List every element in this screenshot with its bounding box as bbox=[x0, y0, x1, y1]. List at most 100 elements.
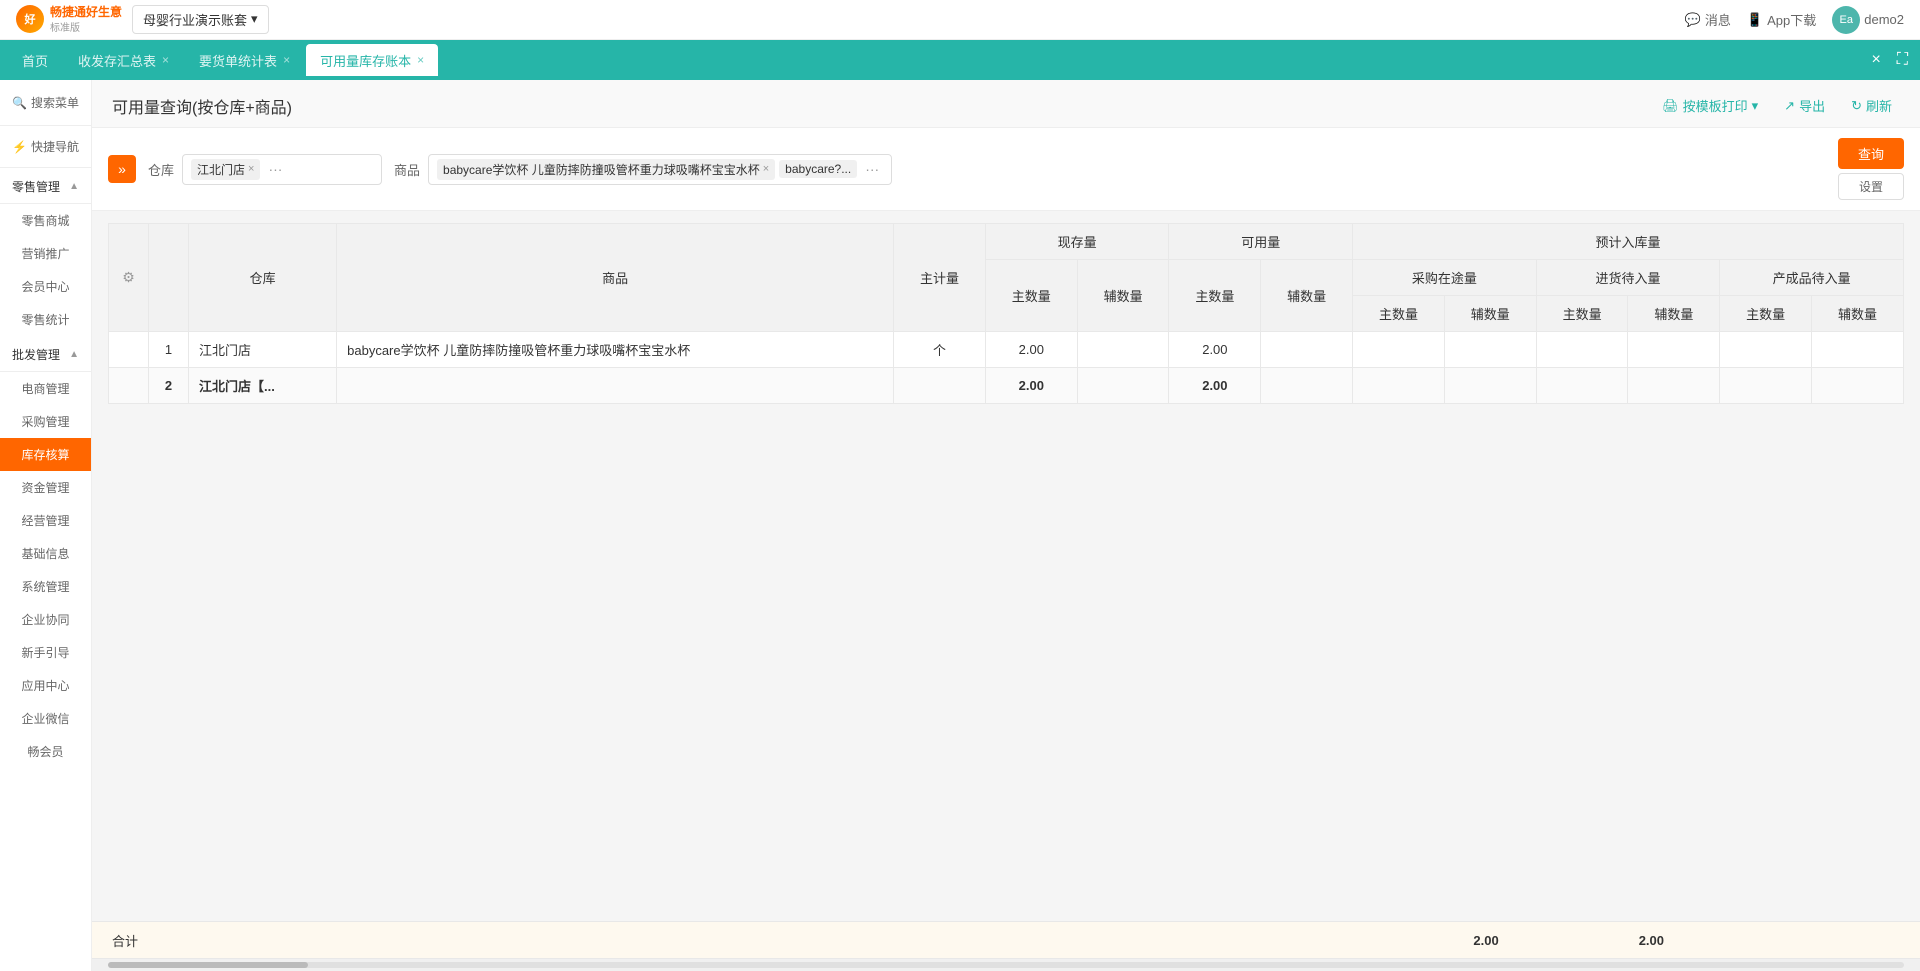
close-tab-3-icon[interactable]: × bbox=[417, 53, 424, 67]
row1-purchase-aux bbox=[1444, 332, 1536, 368]
logo-icon: 好 bbox=[16, 5, 44, 33]
row2-avail-aux bbox=[1261, 368, 1353, 404]
filter-area: » 仓库 江北门店 × ··· 商品 babycare学饮杯 儿童防摔防撞吸管杯… bbox=[92, 128, 1920, 211]
table-row: 2 江北门店【... 2.00 2.00 bbox=[109, 368, 1904, 404]
sidebar-item-members[interactable]: 会员中心 bbox=[0, 270, 91, 303]
close-tab-1-icon[interactable]: × bbox=[162, 53, 169, 67]
row1-index: 1 bbox=[149, 332, 189, 368]
remove-warehouse-tag-icon[interactable]: × bbox=[248, 163, 254, 175]
sidebar-group-retail: 零售管理 ▲ bbox=[0, 168, 91, 204]
industry-selector[interactable]: 母婴行业演示账套 ▾ bbox=[132, 5, 269, 34]
warehouse-input[interactable]: 江北门店 × ··· bbox=[182, 154, 382, 185]
bottom-scrollbar[interactable] bbox=[92, 959, 1920, 971]
settings-icon: ⚙ bbox=[122, 269, 135, 285]
tab-order-stats[interactable]: 要货单统计表 × bbox=[185, 44, 304, 76]
tab-inventory-summary[interactable]: 收发存汇总表 × bbox=[64, 44, 183, 76]
sidebar-item-member-service[interactable]: 畅会员 bbox=[0, 735, 91, 768]
main-layout: 🔍 搜索菜单 ⚡ 快捷导航 零售管理 ▲ 零售商城 营销推广 会员中心 零售统 bbox=[0, 80, 1920, 971]
sidebar-item-retail-stats[interactable]: 零售统计 bbox=[0, 303, 91, 336]
fullscreen-icon[interactable]: ⛶ bbox=[1893, 47, 1912, 73]
sidebar-item-quick-nav[interactable]: ⚡ 快捷导航 bbox=[0, 130, 91, 163]
topbar-left: 好 畅捷通好生意 标准版 母婴行业演示账套 ▾ bbox=[16, 5, 269, 34]
table-container: ⚙ 仓库 商品 主计量 现存量 可用量 预计入库量 主数量 辅数量 主数量 bbox=[92, 211, 1920, 921]
sidebar-item-enterprise[interactable]: 企业协同 bbox=[0, 603, 91, 636]
col-avail-main-header: 主数量 bbox=[1169, 260, 1261, 332]
setting-button[interactable]: 设置 bbox=[1838, 173, 1904, 200]
search-menu-button[interactable]: 🔍 搜索菜单 bbox=[8, 88, 83, 117]
page-title: 可用量查询(按仓库+商品) bbox=[112, 94, 292, 118]
row1-avail-main: 2.00 bbox=[1169, 332, 1261, 368]
sidebar-item-operations[interactable]: 经营管理 bbox=[0, 504, 91, 537]
row1-warehouse: 江北门店 bbox=[189, 332, 337, 368]
app-download-button[interactable]: 📱 App下载 bbox=[1747, 10, 1816, 29]
warehouse-more-icon[interactable]: ··· bbox=[264, 161, 286, 177]
row1-stock-aux bbox=[1077, 332, 1169, 368]
chevron-down-icon: ▾ bbox=[251, 11, 258, 27]
sidebar-item-inventory[interactable]: 库存核算 bbox=[0, 438, 91, 471]
row1-produce-aux bbox=[1812, 332, 1904, 368]
warehouse-filter-field: 仓库 江北门店 × ··· bbox=[148, 154, 382, 185]
chevron-down-icon: ▲ bbox=[69, 349, 79, 360]
avatar: Ea bbox=[1832, 6, 1860, 34]
row1-purchase-main bbox=[1353, 332, 1445, 368]
sidebar-item-basics[interactable]: 基础信息 bbox=[0, 537, 91, 570]
col-current-stock-header: 现存量 bbox=[985, 224, 1169, 260]
sidebar-group-wholesale-title[interactable]: 批发管理 ▲ bbox=[0, 336, 91, 371]
message-button[interactable]: 💬 消息 bbox=[1685, 10, 1731, 29]
print-template-button[interactable]: 🖨 按模板打印 ▾ bbox=[1654, 92, 1766, 119]
row2-stock-aux bbox=[1077, 368, 1169, 404]
sidebar-item-new-guide[interactable]: 新手引导 bbox=[0, 636, 91, 669]
sidebar-item-retail-mall[interactable]: 零售商城 bbox=[0, 204, 91, 237]
product-more-icon[interactable]: ··· bbox=[861, 161, 883, 177]
sidebar-item-finance[interactable]: 资金管理 bbox=[0, 471, 91, 504]
close-all-tabs-icon[interactable]: × bbox=[1867, 47, 1884, 73]
sidebar-search-area: 🔍 搜索菜单 bbox=[0, 80, 91, 126]
row2-produce-aux bbox=[1812, 368, 1904, 404]
print-icon: 🖨 bbox=[1662, 98, 1679, 114]
sidebar-group-retail-title[interactable]: 零售管理 ▲ bbox=[0, 168, 91, 203]
export-icon: ↗ bbox=[1784, 98, 1795, 114]
filter-actions: 查询 设置 bbox=[1838, 138, 1904, 200]
row2-product bbox=[337, 368, 894, 404]
col-planned-in-header: 预计入库量 bbox=[1353, 224, 1904, 260]
sidebar-group-wholesale: 批发管理 ▲ bbox=[0, 336, 91, 372]
row2-import-aux bbox=[1628, 368, 1720, 404]
refresh-button[interactable]: ↻ 刷新 bbox=[1843, 92, 1900, 119]
page-header: 可用量查询(按仓库+商品) 🖨 按模板打印 ▾ ↗ 导出 ↻ 刷新 bbox=[92, 80, 1920, 128]
scrollbar-track[interactable] bbox=[108, 962, 1904, 968]
product-input[interactable]: babycare学饮杯 儿童防摔防撞吸管杯重力球吸嘴杯宝宝水杯 × babyca… bbox=[428, 154, 892, 185]
footer-summary: 合计 2.00 2.00 bbox=[108, 931, 1904, 950]
scrollbar-thumb[interactable] bbox=[108, 962, 308, 968]
col-index-header bbox=[149, 224, 189, 332]
table-footer: 合计 2.00 2.00 bbox=[92, 921, 1920, 959]
query-button[interactable]: 查询 bbox=[1838, 138, 1904, 169]
filter-expand-button[interactable]: » bbox=[108, 155, 136, 183]
col-produce-aux-header: 辅数量 bbox=[1812, 296, 1904, 332]
tab-available-stock[interactable]: 可用量库存账本 × bbox=[306, 44, 438, 76]
col-warehouse-header: 仓库 bbox=[189, 224, 337, 332]
summary-avail-main: 2.00 bbox=[1639, 933, 1664, 948]
col-produce-main-header: 主数量 bbox=[1720, 296, 1812, 332]
row1-import-aux bbox=[1628, 332, 1720, 368]
user-profile[interactable]: Ea demo2 bbox=[1832, 6, 1904, 34]
product-tag-2: babycare?... bbox=[779, 160, 857, 178]
col-stock-main-header: 主数量 bbox=[985, 260, 1077, 332]
logo-text: 畅捷通好生意 标准版 bbox=[50, 5, 122, 34]
sidebar-item-system[interactable]: 系统管理 bbox=[0, 570, 91, 603]
sidebar-item-app-center[interactable]: 应用中心 bbox=[0, 669, 91, 702]
export-button[interactable]: ↗ 导出 bbox=[1776, 92, 1833, 119]
nav-icon: ⚡ bbox=[12, 140, 27, 154]
close-tab-2-icon[interactable]: × bbox=[283, 53, 290, 67]
row2-purchase-aux bbox=[1444, 368, 1536, 404]
summary-label: 合计 bbox=[108, 931, 268, 950]
tab-home[interactable]: 首页 bbox=[8, 44, 62, 76]
remove-product-tag1-icon[interactable]: × bbox=[763, 163, 769, 175]
sidebar-item-ecommerce[interactable]: 电商管理 bbox=[0, 372, 91, 405]
row2-import-main bbox=[1536, 368, 1628, 404]
sidebar-item-purchase[interactable]: 采购管理 bbox=[0, 405, 91, 438]
sidebar-item-marketing[interactable]: 营销推广 bbox=[0, 237, 91, 270]
col-import-aux-header: 辅数量 bbox=[1628, 296, 1720, 332]
col-settings-header[interactable]: ⚙ bbox=[109, 224, 149, 332]
col-main-unit-header: 主计量 bbox=[894, 224, 986, 332]
sidebar-item-wechat[interactable]: 企业微信 bbox=[0, 702, 91, 735]
